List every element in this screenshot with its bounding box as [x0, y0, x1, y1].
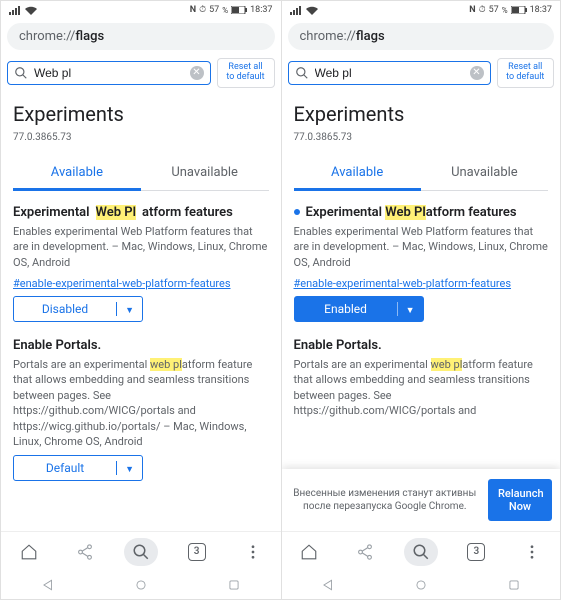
reset-button[interactable]: Reset all to default: [217, 58, 275, 88]
tabs-button[interactable]: 3: [180, 538, 214, 566]
home-button[interactable]: [12, 538, 46, 566]
search-icon: [14, 66, 28, 80]
url-bar[interactable]: chrome://flags: [7, 23, 275, 50]
flag-portals: Enable Portals. Portals are an experimen…: [13, 338, 269, 481]
battery-icon: [231, 6, 247, 14]
search-box[interactable]: ✕: [288, 61, 491, 85]
search-button[interactable]: [404, 538, 438, 566]
nfc-icon: N: [190, 5, 196, 15]
tab-available[interactable]: Available: [13, 157, 141, 191]
flag-link[interactable]: #enable-experimental-web-platform-featur…: [294, 277, 512, 290]
screenshot-right: N ⏱ 57% 18:37 chrome://flags ✕ Reset all…: [281, 1, 561, 599]
page-title: Experiments: [13, 102, 269, 126]
changed-dot-icon: [294, 209, 300, 215]
menu-button[interactable]: [236, 538, 270, 566]
clear-icon[interactable]: ✕: [470, 66, 484, 80]
share-button[interactable]: [68, 538, 102, 566]
menu-button[interactable]: [515, 538, 549, 566]
flag-dropdown-enabled[interactable]: Enabled▼: [294, 296, 424, 322]
url-bar[interactable]: chrome://flags: [288, 23, 555, 50]
flag-link[interactable]: #enable-experimental-web-platform-featur…: [13, 277, 231, 290]
share-button[interactable]: [348, 538, 382, 566]
tab-available[interactable]: Available: [294, 157, 421, 191]
reset-button[interactable]: Reset all to default: [497, 58, 555, 88]
flag-dropdown-default[interactable]: Default▼: [13, 455, 143, 481]
relaunch-button[interactable]: Relaunch Now: [488, 479, 552, 521]
flag-dropdown-disabled[interactable]: Disabled▼: [13, 296, 143, 322]
relaunch-toast: Внесенные изменения станут активны после…: [282, 469, 561, 531]
search-button[interactable]: [124, 538, 158, 566]
tabs: Available Unavailable: [13, 157, 269, 191]
tab-unavailable[interactable]: Unavailable: [141, 157, 269, 190]
home-icon[interactable]: [414, 578, 428, 592]
version: 77.0.3865.73: [294, 132, 549, 143]
system-nav: [1, 571, 281, 599]
system-nav: [282, 571, 561, 599]
screenshot-left: N ⏱ 57% 18:37 chrome://flags ✕ Reset all…: [1, 1, 281, 599]
browser-toolbar: 3: [282, 531, 561, 571]
battery-pct: 57: [209, 5, 219, 15]
version: 77.0.3865.73: [13, 132, 269, 143]
status-bar: N ⏱ 57% 18:37: [282, 1, 561, 19]
flag-portals: Enable Portals. Portals are an experimen…: [294, 338, 549, 419]
status-bar: N ⏱ 57% 18:37: [1, 1, 281, 19]
recents-icon[interactable]: [507, 578, 521, 592]
tabs-button[interactable]: 3: [459, 538, 493, 566]
flag-web-platform: Experimental Web Platform features Enabl…: [294, 205, 549, 322]
home-button[interactable]: [292, 538, 326, 566]
back-icon[interactable]: [321, 578, 335, 592]
search-input[interactable]: [34, 66, 190, 80]
clock: 18:37: [250, 5, 272, 15]
clear-icon[interactable]: ✕: [190, 66, 204, 80]
page-title: Experiments: [294, 102, 549, 126]
toast-text: Внесенные изменения станут активны после…: [290, 487, 481, 513]
back-icon[interactable]: [41, 578, 55, 592]
search-input[interactable]: [315, 66, 470, 80]
browser-toolbar: 3: [1, 531, 281, 571]
search-box[interactable]: ✕: [7, 61, 211, 85]
search-icon: [295, 66, 309, 80]
home-icon[interactable]: [134, 578, 148, 592]
recents-icon[interactable]: [227, 578, 241, 592]
tab-unavailable[interactable]: Unavailable: [421, 157, 548, 190]
alarm-icon: ⏱: [199, 5, 206, 15]
flag-web-platform: Experimental Web Platform features Enabl…: [13, 205, 269, 322]
